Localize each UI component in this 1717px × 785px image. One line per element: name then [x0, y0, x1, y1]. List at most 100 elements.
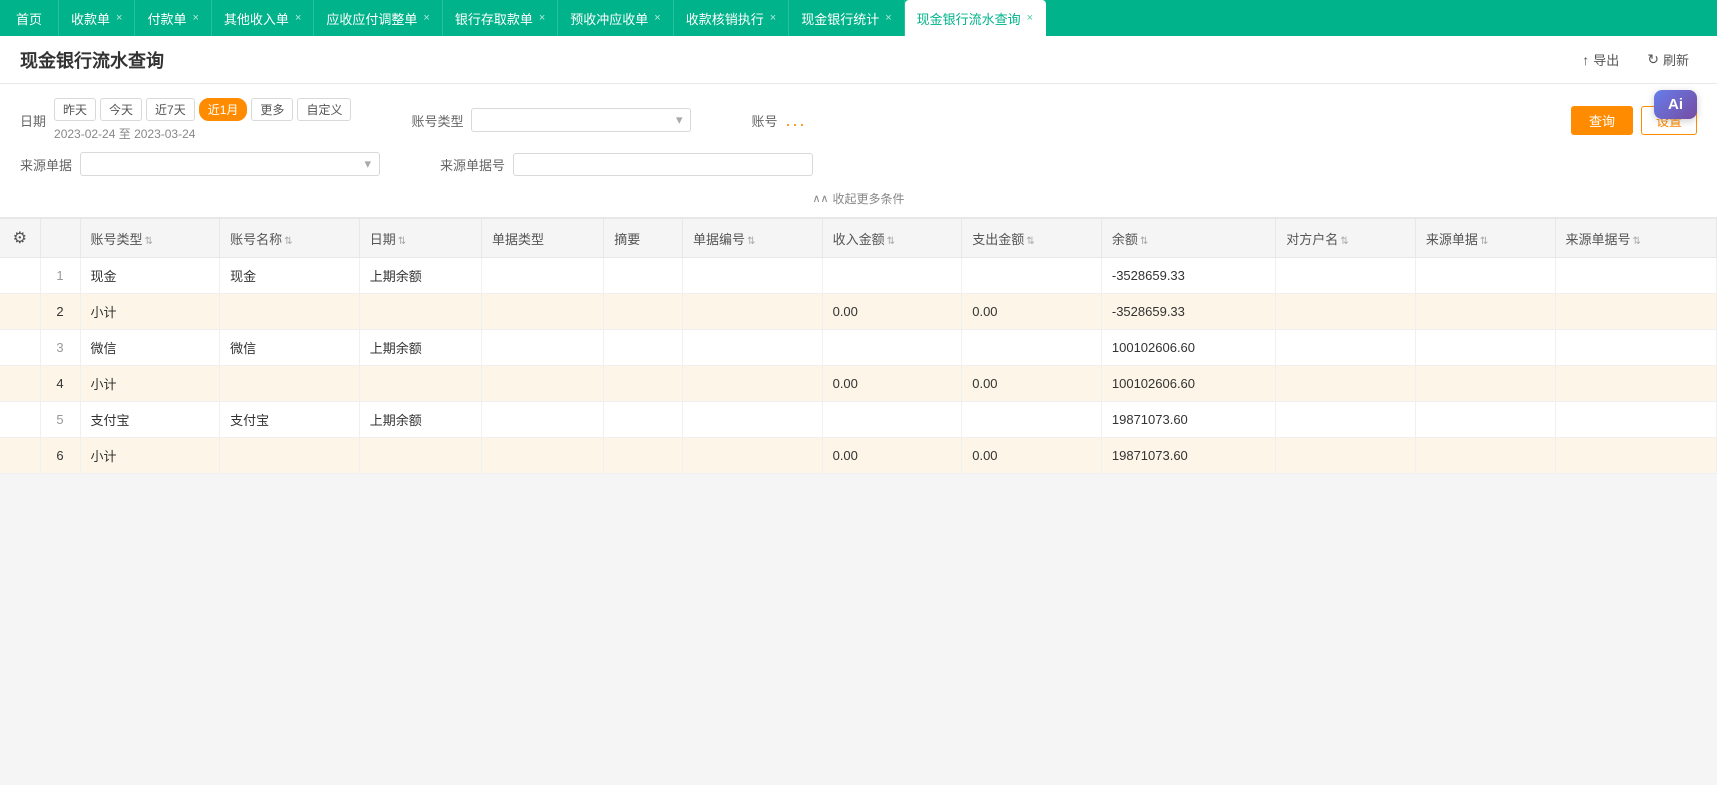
row-summary-5 [604, 438, 683, 474]
refresh-button[interactable]: ↻ 刷新 [1639, 46, 1697, 73]
row-source_doc-4 [1415, 402, 1555, 438]
nav-tab-close-6[interactable]: × [770, 12, 776, 24]
nav-tab-close-3[interactable]: × [423, 12, 429, 24]
row-doc_no-4 [682, 402, 822, 438]
date-btn-1[interactable]: 今天 [100, 98, 142, 121]
sort-icon-account_type: ⇅ [145, 236, 153, 247]
date-btn-0[interactable]: 昨天 [54, 98, 96, 121]
row-settings-1 [0, 294, 40, 330]
account-type-select[interactable]: ▾ [471, 108, 691, 132]
date-btn-4[interactable]: 更多 [251, 98, 293, 121]
row-seq-5: 6 [40, 438, 80, 474]
col-header-settings: ⚙ [0, 219, 40, 258]
row-doc_no-0 [682, 258, 822, 294]
row-summary-1 [604, 294, 683, 330]
sort-icon-income: ⇅ [887, 236, 895, 247]
nav-tab-3[interactable]: 应收应付调整单 × [314, 0, 442, 36]
source-doc-select[interactable]: ▾ [80, 152, 380, 176]
row-expense-3: 0.00 [962, 366, 1102, 402]
row-seq-1: 2 [40, 294, 80, 330]
source-doc-filter-group: 来源单据 ▾ [20, 152, 380, 176]
date-btn-2[interactable]: 近7天 [146, 98, 195, 121]
table-row: 1现金现金上期余额-3528659.33 [0, 258, 1717, 294]
row-date-1 [359, 294, 481, 330]
row-counterparty-3 [1276, 366, 1416, 402]
col-header-income[interactable]: 收入金额⇅ [822, 219, 962, 258]
row-summary-0 [604, 258, 683, 294]
export-button[interactable]: ↑ 导出 [1574, 46, 1627, 73]
col-header-date[interactable]: 日期⇅ [359, 219, 481, 258]
date-btn-5[interactable]: 自定义 [297, 98, 351, 121]
sort-icon-source_doc: ⇅ [1480, 236, 1488, 247]
nav-tab-close-0[interactable]: × [116, 12, 122, 24]
row-seq-3: 4 [40, 366, 80, 402]
nav-tab-label-6: 收款核销执行 [686, 9, 764, 28]
row-source_doc_no-5 [1555, 438, 1716, 474]
col-header-source_doc[interactable]: 来源单据⇅ [1415, 219, 1555, 258]
nav-tab-5[interactable]: 预收冲应收单× [558, 0, 673, 36]
settings-col-icon[interactable]: ⚙ [13, 230, 27, 247]
nav-tab-1[interactable]: 付款单 × [135, 0, 211, 36]
row-source_doc-1 [1415, 294, 1555, 330]
collapse-icon: ∧∧ [812, 192, 828, 205]
nav-tab-2[interactable]: 其他收入单 × [212, 0, 314, 36]
col-header-counterparty[interactable]: 对方户名⇅ [1276, 219, 1416, 258]
nav-tab-label-1: 付款单 [147, 9, 186, 28]
ai-badge[interactable]: Ai [1654, 90, 1697, 119]
table-row: 6小计0.000.0019871073.60 [0, 438, 1717, 474]
nav-tab-8[interactable]: 现金银行流水查询× [905, 0, 1046, 36]
collapse-bar[interactable]: ∧∧ 收起更多条件 [20, 186, 1697, 207]
row-summary-3 [604, 366, 683, 402]
row-balance-3: 100102606.60 [1101, 366, 1275, 402]
chevron-down-icon-2: ▾ [364, 156, 371, 172]
row-balance-4: 19871073.60 [1101, 402, 1275, 438]
col-header-balance[interactable]: 余额⇅ [1101, 219, 1275, 258]
row-income-1: 0.00 [822, 294, 962, 330]
col-header-source_doc_no[interactable]: 来源单据号⇅ [1555, 219, 1716, 258]
table-row: 2小计0.000.00-3528659.33 [0, 294, 1717, 330]
nav-home[interactable]: 首页 [0, 0, 59, 36]
account-label: 账号 [751, 111, 777, 130]
nav-tab-label-0: 收款单 [71, 9, 110, 28]
table-row: 4小计0.000.00100102606.60 [0, 366, 1717, 402]
row-expense-2 [962, 330, 1102, 366]
row-counterparty-4 [1276, 402, 1416, 438]
account-dots-button[interactable]: ... [785, 110, 806, 131]
col-header-expense[interactable]: 支出金额⇅ [962, 219, 1102, 258]
nav-tab-close-5[interactable]: × [654, 12, 660, 24]
row-doc_type-4 [482, 402, 604, 438]
row-account_name-0: 现金 [220, 258, 360, 294]
row-balance-5: 19871073.60 [1101, 438, 1275, 474]
source-doc-no-filter-group: 来源单据号 [440, 153, 813, 176]
nav-tab-7[interactable]: 现金银行统计× [789, 0, 904, 36]
nav-tab-close-2[interactable]: × [295, 12, 301, 24]
nav-tab-label-2: 其他收入单 [224, 9, 289, 28]
sort-icon-source_doc_no: ⇅ [1633, 236, 1641, 247]
row-balance-1: -3528659.33 [1101, 294, 1275, 330]
row-doc_type-5 [482, 438, 604, 474]
nav-tab-close-4[interactable]: × [539, 12, 545, 24]
source-doc-no-input[interactable] [513, 153, 813, 176]
col-header-account_type[interactable]: 账号类型⇅ [80, 219, 220, 258]
nav-tab-4[interactable]: 银行存取款单× [443, 0, 558, 36]
nav-tab-close-8[interactable]: × [1027, 12, 1033, 24]
nav-tab-close-7[interactable]: × [885, 12, 891, 24]
row-date-2: 上期余额 [359, 330, 481, 366]
sort-icon-account_name: ⇅ [284, 236, 292, 247]
row-income-5: 0.00 [822, 438, 962, 474]
row-counterparty-0 [1276, 258, 1416, 294]
col-header-account_name[interactable]: 账号名称⇅ [220, 219, 360, 258]
query-button[interactable]: 查询 [1571, 106, 1633, 135]
top-nav: 首页 收款单×付款单×其他收入单×应收应付调整单×银行存取款单×预收冲应收单×收… [0, 0, 1717, 36]
filter-row-2: 来源单据 ▾ 来源单据号 [20, 152, 1697, 176]
row-settings-5 [0, 438, 40, 474]
nav-tab-close-1[interactable]: × [192, 12, 198, 24]
nav-tab-0[interactable]: 收款单 × [59, 0, 135, 36]
nav-tab-label-3: 应收应付调整单 [326, 9, 417, 28]
col-header-doc_no[interactable]: 单据编号⇅ [682, 219, 822, 258]
row-summary-4 [604, 402, 683, 438]
date-btn-3[interactable]: 近1月 [199, 98, 248, 121]
sort-icon-expense: ⇅ [1026, 236, 1034, 247]
row-account_name-1 [220, 294, 360, 330]
nav-tab-6[interactable]: 收款核销执行 × [674, 0, 789, 36]
